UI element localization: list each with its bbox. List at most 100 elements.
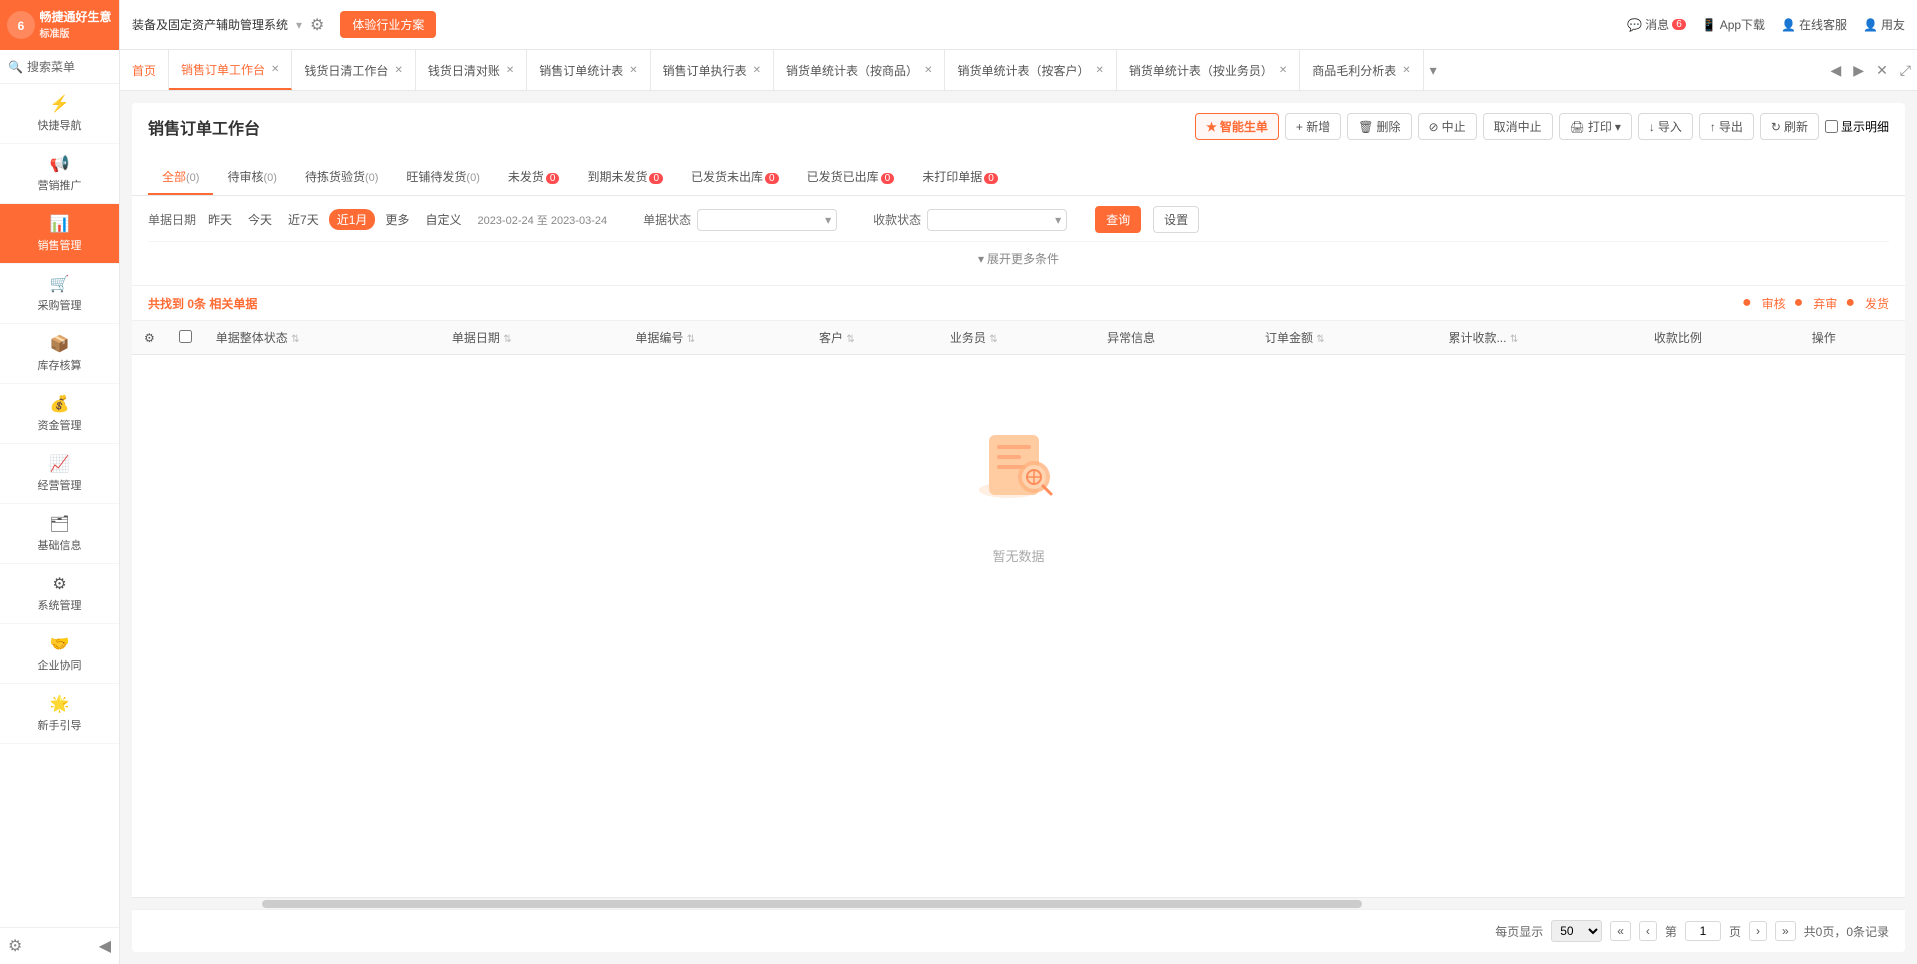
horizontal-scrollbar[interactable] (132, 897, 1905, 909)
tab-close-all[interactable]: ✕ (1870, 50, 1894, 90)
next-page-btn[interactable]: › (1749, 921, 1767, 941)
export-button[interactable]: ↑ 导出 (1699, 113, 1754, 140)
status-select[interactable] (697, 209, 837, 231)
date-option-1month[interactable]: 近1月 (329, 209, 376, 230)
tab-sales-exec[interactable]: 销售订单执行表 ✕ (651, 50, 774, 90)
tab-cash-daily[interactable]: 钱货日清工作台 ✕ (292, 50, 415, 90)
user-label: 用友 (1881, 16, 1905, 33)
settings-gear-icon[interactable]: ⚙ (8, 936, 22, 956)
tab-action-next[interactable]: ▶ (1847, 50, 1870, 90)
tab-cash-daily-label: 钱货日清工作台 (304, 62, 388, 79)
search-menu[interactable]: 🔍 搜索菜单 (0, 50, 119, 84)
sub-tab-overdue[interactable]: 到期未发货0 (573, 160, 677, 195)
tab-sales-stat-staff[interactable]: 销货单统计表（按业务员） ✕ (1117, 50, 1300, 90)
col-status-sort[interactable]: ⇅ (291, 334, 299, 345)
sidebar-nav-item-guide[interactable]: 🌟 新手引导 (0, 684, 119, 744)
query-button[interactable]: 查询 (1095, 206, 1141, 233)
tab-sales-stat-product[interactable]: 销货单统计表（按商品） ✕ (774, 50, 945, 90)
unreviewed-link[interactable]: 弃审 (1813, 295, 1837, 312)
date-option-more[interactable]: 更多 (379, 209, 415, 230)
expand-more-btn[interactable]: ▾ 展开更多条件 (970, 246, 1067, 271)
last-page-btn[interactable]: » (1775, 921, 1796, 941)
tab-expand[interactable]: ⤢ (1894, 50, 1917, 90)
prev-page-btn[interactable]: ‹ (1639, 921, 1657, 941)
sub-tab-shipped-not-out[interactable]: 已发货未出库0 (677, 160, 793, 195)
sub-tab-pending-review[interactable]: 待审核(0) (213, 160, 290, 195)
settings-icon[interactable]: ⚙ (310, 15, 324, 35)
date-option-7days[interactable]: 近7天 (282, 209, 325, 230)
sidebar-nav-item-system[interactable]: ⚙ 系统管理 (0, 564, 119, 624)
sidebar-nav-item-operation[interactable]: 📈 经营管理 (0, 444, 119, 504)
tab-sales-stat-product-close[interactable]: ✕ (924, 65, 932, 76)
tab-product-margin-close[interactable]: ✕ (1402, 65, 1410, 76)
filter-row-main: 单据日期 昨天 今天 近7天 近1月 更多 自定义 2023-02-24 至 2… (148, 206, 1889, 233)
col-date-sort[interactable]: ⇅ (503, 334, 511, 345)
sub-tab-not-printed[interactable]: 未打印单据0 (908, 160, 1012, 195)
sidebar-nav-item-purchase[interactable]: 🛒 采购管理 (0, 264, 119, 324)
sidebar-nav-item-cooperation[interactable]: 🤝 企业协同 (0, 624, 119, 684)
tab-sales-stat-customer-close[interactable]: ✕ (1095, 65, 1103, 76)
tab-sales-order[interactable]: 销售订单工作台 ✕ (169, 50, 292, 90)
tab-sales-stat-customer[interactable]: 销货单统计表（按客户） ✕ (945, 50, 1116, 90)
ship-link[interactable]: 发货 (1865, 295, 1889, 312)
tab-cash-reconcile[interactable]: 钱货日清对账 ✕ (416, 50, 527, 90)
delete-button[interactable]: 🗑 删除 (1347, 113, 1411, 140)
add-button[interactable]: + 新增 (1285, 113, 1341, 140)
dropdown-icon[interactable]: ▾ (296, 18, 302, 32)
collapse-icon[interactable]: ◀ (99, 936, 111, 956)
app-download-item[interactable]: 📱 App下载 (1702, 16, 1765, 33)
review-link[interactable]: 审核 (1762, 295, 1786, 312)
show-detail-input[interactable] (1825, 120, 1838, 133)
cancel-stop-button[interactable]: 取消中止 (1483, 113, 1553, 140)
message-item[interactable]: 💬 消息 6 (1627, 16, 1686, 33)
tab-sales-stat[interactable]: 销售订单统计表 ✕ (527, 50, 650, 90)
tab-overflow-btn[interactable]: ▾ (1424, 62, 1443, 79)
payment-select[interactable] (927, 209, 1067, 231)
smart-create-button[interactable]: ★ 智能生单 (1195, 113, 1279, 140)
sidebar-nav-item-quick[interactable]: ⚡ 快捷导航 (0, 84, 119, 144)
col-checkbox-header[interactable] (167, 321, 204, 355)
sub-tab-shipped-out[interactable]: 已发货已出库0 (793, 160, 909, 195)
sub-tab-not-shipped[interactable]: 未发货0 (494, 160, 574, 195)
print-button[interactable]: 🖨 打印 ▾ (1559, 113, 1632, 140)
first-page-btn[interactable]: « (1610, 921, 1631, 941)
experience-button[interactable]: 体验行业方案 (340, 11, 436, 38)
tab-sales-stat-close[interactable]: ✕ (629, 65, 637, 76)
sidebar-nav-item-marketing[interactable]: 📢 营销推广 (0, 144, 119, 204)
tab-cash-reconcile-close[interactable]: ✕ (506, 65, 514, 76)
tab-product-margin[interactable]: 商品毛利分析表 ✕ (1300, 50, 1423, 90)
col-customer-sort[interactable]: ⇅ (846, 334, 854, 345)
col-number-sort[interactable]: ⇅ (687, 334, 695, 345)
filter-settings-button[interactable]: 设置 (1153, 206, 1199, 233)
tab-sales-order-close[interactable]: ✕ (271, 64, 279, 75)
sub-tab-wangpu[interactable]: 旺铺待发货(0) (392, 160, 493, 195)
sidebar-nav-item-sales[interactable]: 📊 销售管理 (0, 204, 119, 264)
tab-sales-stat-staff-close[interactable]: ✕ (1279, 65, 1287, 76)
tab-action-prev[interactable]: ◀ (1825, 50, 1848, 90)
col-staff-sort[interactable]: ⇅ (989, 334, 997, 345)
col-amount-sort[interactable]: ⇅ (1316, 334, 1324, 345)
tab-sales-exec-close[interactable]: ✕ (753, 65, 761, 76)
scroll-thumb[interactable] (262, 900, 1362, 908)
sidebar-nav-item-basic[interactable]: 🗂 基础信息 (0, 504, 119, 564)
date-option-today[interactable]: 今天 (242, 209, 278, 230)
online-service-item[interactable]: 👤 在线客服 (1781, 16, 1847, 33)
import-button[interactable]: ↓ 导入 (1638, 113, 1693, 140)
page-input[interactable] (1685, 921, 1721, 941)
show-detail-checkbox[interactable]: 显示明细 (1825, 118, 1889, 135)
sidebar-nav-item-inventory[interactable]: 📦 库存核算 (0, 324, 119, 384)
col-collected-sort[interactable]: ⇅ (1510, 334, 1518, 345)
tab-home[interactable]: 首页 (120, 50, 169, 90)
refresh-button[interactable]: ↻ 刷新 (1760, 113, 1819, 140)
col-settings-header[interactable]: ⚙ (132, 321, 167, 355)
sub-tab-pending-inspect[interactable]: 待拣货验货(0) (291, 160, 392, 195)
select-all-checkbox[interactable] (179, 330, 192, 343)
user-item[interactable]: 👤 用友 (1863, 16, 1905, 33)
date-option-yesterday[interactable]: 昨天 (202, 209, 238, 230)
page-size-select[interactable]: 50 10 20 100 (1551, 920, 1602, 942)
sidebar-nav-item-finance[interactable]: 💰 资金管理 (0, 384, 119, 444)
tab-cash-daily-close[interactable]: ✕ (394, 65, 402, 76)
stop-button[interactable]: ⊘ 中止 (1418, 113, 1477, 140)
date-option-custom[interactable]: 自定义 (419, 209, 467, 230)
sub-tab-all[interactable]: 全部(0) (148, 160, 213, 195)
